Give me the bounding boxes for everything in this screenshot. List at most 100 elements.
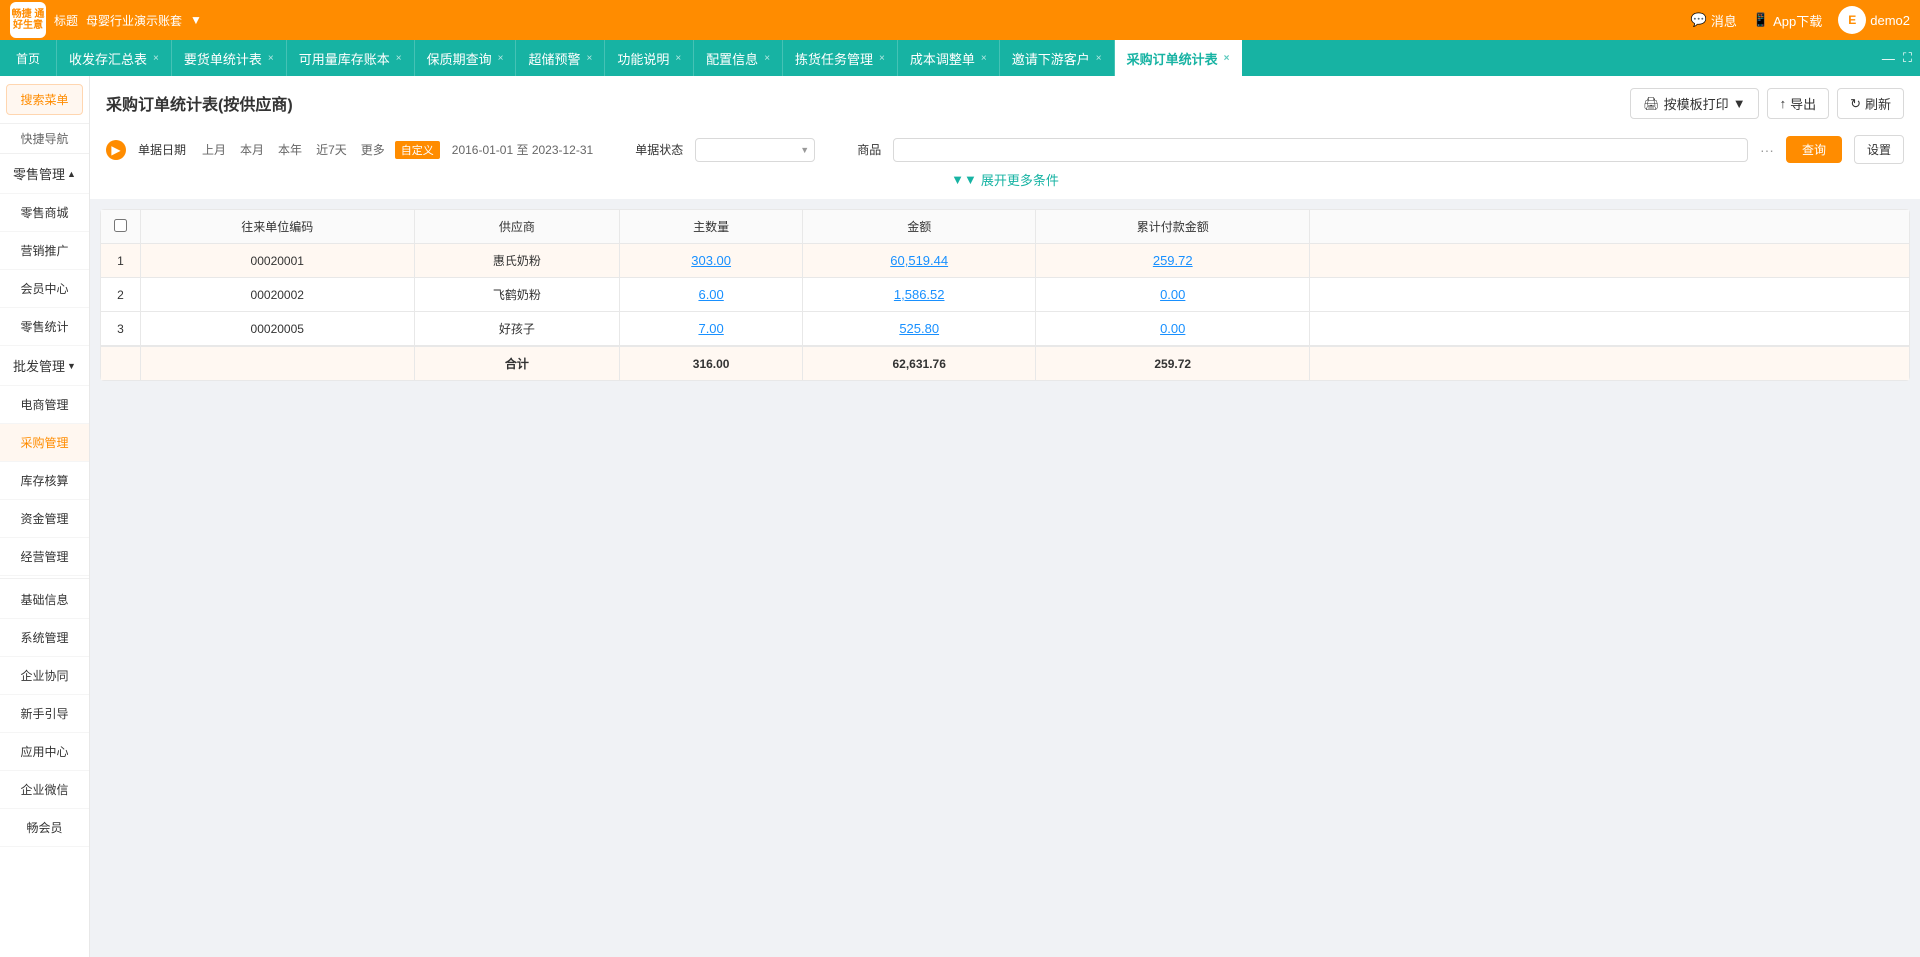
- row-paid-2[interactable]: 0.00: [1036, 278, 1310, 312]
- sidebar-item-apps[interactable]: 应用中心: [0, 733, 89, 771]
- footer-empty-check: [101, 346, 141, 381]
- row-amount-2[interactable]: 1,586.52: [802, 278, 1036, 312]
- main-layout: 搜索菜单 快捷导航 零售管理 ▲ 零售商城 营销推广 会员中心 零售统计 批发管…: [0, 76, 1920, 957]
- sidebar-item-base-info[interactable]: 基础信息: [0, 581, 89, 619]
- message-button[interactable]: 💬 消息: [1691, 11, 1737, 30]
- tab-label-5: 功能说明: [617, 49, 669, 68]
- row-amount-1[interactable]: 60,519.44: [802, 244, 1036, 278]
- sidebar-item-wechat[interactable]: 企业微信: [0, 771, 89, 809]
- row-paid-1[interactable]: 259.72: [1036, 244, 1310, 278]
- row-amount-3[interactable]: 525.80: [802, 312, 1036, 347]
- tab-home[interactable]: 首页: [0, 40, 57, 76]
- sidebar-item-wholesale[interactable]: 批发管理 ▼: [0, 346, 89, 386]
- amount-link-2[interactable]: 1,586.52: [894, 287, 945, 302]
- export-button[interactable]: ↑ 导出: [1767, 88, 1830, 119]
- sidebar-item-ecommerce[interactable]: 电商管理: [0, 386, 89, 424]
- sidebar-item-retail-shop[interactable]: 零售商城: [0, 194, 89, 232]
- qty-link-1[interactable]: 303.00: [691, 253, 731, 268]
- sidebar-item-marketing[interactable]: 营销推广: [0, 232, 89, 270]
- tab-2[interactable]: 可用量库存账本 ×: [287, 40, 415, 76]
- workspace-label[interactable]: 母婴行业演示账套: [86, 12, 182, 29]
- shortcut-this-year[interactable]: 本年: [274, 140, 306, 159]
- tab-9[interactable]: 邀请下游客户 ×: [1000, 40, 1115, 76]
- tab-label-3: 保质期查询: [427, 49, 492, 68]
- row-paid-3[interactable]: 0.00: [1036, 312, 1310, 347]
- sidebar-item-member2[interactable]: 畅会员: [0, 809, 89, 847]
- tab-4[interactable]: 超储预警 ×: [516, 40, 605, 76]
- date-range-value[interactable]: 2016-01-01 至 2023-12-31: [452, 141, 593, 158]
- tab-10[interactable]: 采购订单统计表 ×: [1115, 40, 1243, 76]
- shortcut-more[interactable]: 更多: [357, 140, 389, 159]
- expand-label: 展开更多条件: [981, 170, 1059, 189]
- tab-8[interactable]: 成本调整单 ×: [898, 40, 1000, 76]
- avatar: E: [1838, 6, 1866, 34]
- sidebar-item-retail-stats[interactable]: 零售统计: [0, 308, 89, 346]
- qty-link-3[interactable]: 7.00: [698, 321, 723, 336]
- tab-close-9[interactable]: ×: [1096, 53, 1102, 64]
- data-table: 往来单位编码 供应商 主数量 金额 累计付款金额 1 00020001 惠氏奶: [100, 209, 1910, 381]
- select-all-checkbox[interactable]: [114, 219, 127, 232]
- tab-close-0[interactable]: ×: [153, 53, 159, 64]
- row-qty-2[interactable]: 6.00: [620, 278, 803, 312]
- amount-link-3[interactable]: 525.80: [899, 321, 939, 336]
- row-supplier-1: 惠氏奶粉: [414, 244, 620, 278]
- shortcut-last-month[interactable]: 上月: [198, 140, 230, 159]
- setting-button[interactable]: 设置: [1854, 135, 1904, 164]
- sidebar-item-system[interactable]: 系统管理: [0, 619, 89, 657]
- paid-link-3[interactable]: 0.00: [1160, 321, 1185, 336]
- query-button[interactable]: 查询: [1786, 136, 1842, 163]
- tab-close-5[interactable]: ×: [675, 53, 681, 64]
- quick-nav-button[interactable]: 快捷导航: [0, 124, 89, 154]
- tab-1[interactable]: 要货单统计表 ×: [172, 40, 287, 76]
- sidebar-item-finance[interactable]: 资金管理: [0, 500, 89, 538]
- tab-close-10[interactable]: ×: [1224, 53, 1230, 64]
- tab-close-2[interactable]: ×: [396, 53, 402, 64]
- sidebar-item-enterprise[interactable]: 企业协同: [0, 657, 89, 695]
- tab-label-6: 配置信息: [706, 49, 758, 68]
- tab-6[interactable]: 配置信息 ×: [694, 40, 783, 76]
- row-qty-3[interactable]: 7.00: [620, 312, 803, 347]
- search-menu-button[interactable]: 搜索菜单: [6, 84, 83, 115]
- footer-qty: 316.00: [620, 346, 803, 381]
- qty-link-2[interactable]: 6.00: [698, 287, 723, 302]
- tab-maximize-icon[interactable]: ⛶: [1903, 50, 1912, 66]
- print-dropdown-icon: ▼: [1733, 96, 1746, 111]
- tab-close-4[interactable]: ×: [586, 53, 592, 64]
- shortcut-this-month[interactable]: 本月: [236, 140, 268, 159]
- row-qty-1[interactable]: 303.00: [620, 244, 803, 278]
- toggle-filter-button[interactable]: ▶: [106, 140, 126, 160]
- tab-0[interactable]: 收发存汇总表 ×: [57, 40, 172, 76]
- status-select[interactable]: [695, 138, 815, 162]
- tab-minimize-icon[interactable]: —: [1882, 51, 1895, 66]
- tab-close-6[interactable]: ×: [764, 53, 770, 64]
- app-download-button[interactable]: 📱 App下载: [1753, 11, 1822, 30]
- tab-close-7[interactable]: ×: [879, 53, 885, 64]
- sidebar-item-member[interactable]: 会员中心: [0, 270, 89, 308]
- tab-7[interactable]: 拣货任务管理 ×: [783, 40, 898, 76]
- tab-3[interactable]: 保质期查询 ×: [415, 40, 517, 76]
- chevron-down-icon-expand: ▼▼: [951, 172, 977, 187]
- more-options-icon[interactable]: ···: [1760, 142, 1774, 158]
- sidebar-item-retail-mgmt[interactable]: 零售管理 ▲: [0, 154, 89, 194]
- goods-input[interactable]: [893, 138, 1748, 162]
- refresh-button[interactable]: ↻ 刷新: [1837, 88, 1904, 119]
- amount-link-1[interactable]: 60,519.44: [890, 253, 948, 268]
- sidebar-item-newbie[interactable]: 新手引导: [0, 695, 89, 733]
- expand-button[interactable]: ▼▼ 展开更多条件: [951, 170, 1059, 189]
- sidebar-item-purchase[interactable]: 采购管理: [0, 424, 89, 462]
- tab-5[interactable]: 功能说明 ×: [605, 40, 694, 76]
- print-button[interactable]: 🖨 按模板打印 ▼: [1630, 88, 1758, 119]
- tab-close-1[interactable]: ×: [268, 53, 274, 64]
- tab-close-3[interactable]: ×: [498, 53, 504, 64]
- paid-link-1[interactable]: 259.72: [1153, 253, 1193, 268]
- print-label: 按模板打印: [1664, 94, 1729, 113]
- sidebar-item-operations[interactable]: 经营管理: [0, 538, 89, 576]
- paid-link-2[interactable]: 0.00: [1160, 287, 1185, 302]
- sidebar-item-inventory[interactable]: 库存核算: [0, 462, 89, 500]
- user-menu[interactable]: E demo2: [1838, 6, 1910, 34]
- refresh-label: 刷新: [1865, 94, 1891, 113]
- tab-close-8[interactable]: ×: [981, 53, 987, 64]
- page-header: 采购订单统计表(按供应商) 🖨 按模板打印 ▼ ↑ 导出 ↻ 刷新: [90, 76, 1920, 127]
- workspace-dropdown-icon[interactable]: ▼: [190, 13, 202, 27]
- shortcut-7days[interactable]: 近7天: [312, 140, 351, 159]
